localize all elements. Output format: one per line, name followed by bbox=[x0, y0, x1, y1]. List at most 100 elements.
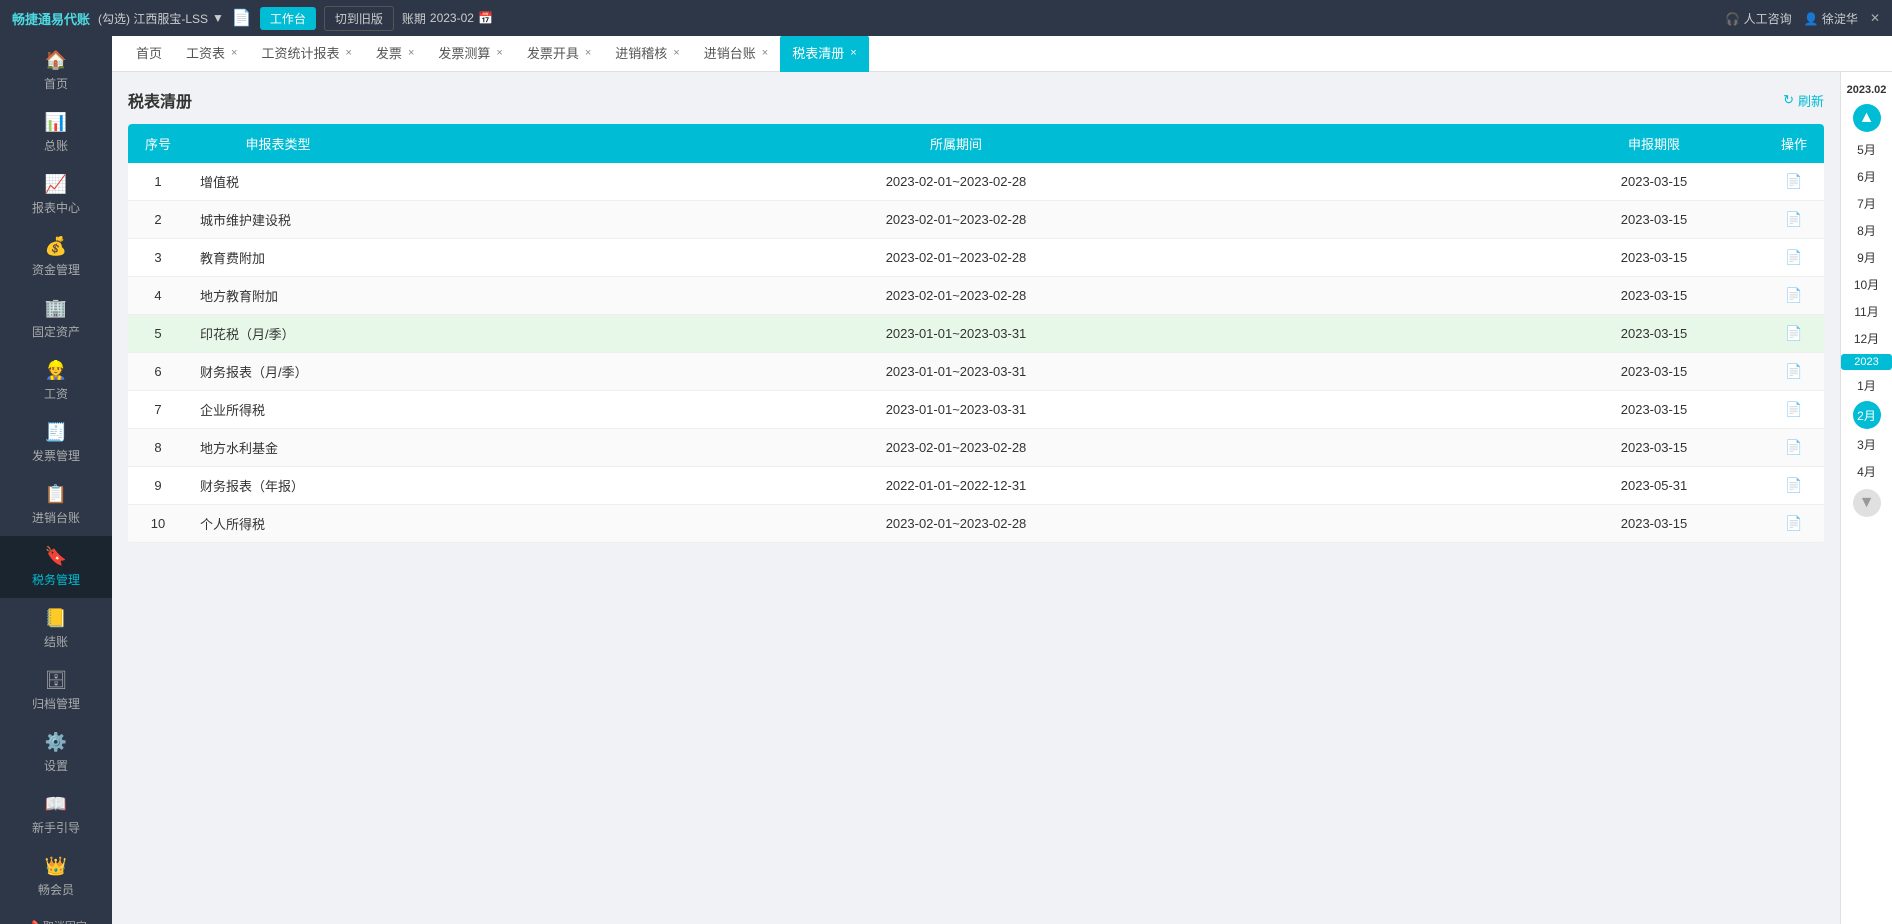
sidebar-item-funds[interactable]: 💰 资金管理 bbox=[0, 226, 112, 288]
cell-period-4: 2023-01-01~2023-03-31 bbox=[368, 315, 1544, 353]
workspace-button[interactable]: 工作台 bbox=[260, 7, 316, 30]
scroll-down-button[interactable]: ▼ bbox=[1853, 489, 1881, 517]
tab-purchase-audit-close[interactable]: × bbox=[673, 47, 679, 59]
month-nov-2022[interactable]: 11月 bbox=[1841, 298, 1892, 325]
cell-action-0[interactable]: 📄 bbox=[1764, 163, 1824, 201]
month-aug-2022[interactable]: 8月 bbox=[1841, 217, 1892, 244]
cell-seq-7: 8 bbox=[128, 429, 188, 467]
month-oct-2022[interactable]: 10月 bbox=[1841, 271, 1892, 298]
tab-invoice-calc[interactable]: 发票测算 × bbox=[426, 36, 514, 72]
main-layout: 🏠 首页 📊 总账 📈 报表中心 💰 资金管理 🏢 固定资产 👷 工资 🧾 发票… bbox=[0, 36, 1892, 924]
page-content: 税表清册 ↻ 刷新 序号 申报表类型 所属期间 申报期限 bbox=[112, 72, 1840, 924]
sidebar-label-member: 畅会员 bbox=[38, 881, 74, 898]
table-row: 9 财务报表（年报） 2022-01-01~2022-12-31 2023-05… bbox=[128, 467, 1824, 505]
action-icon-9[interactable]: 📄 bbox=[1785, 515, 1802, 531]
sidebar-item-close-accounts[interactable]: 📒 结账 bbox=[0, 598, 112, 660]
tab-salary-stats[interactable]: 工资统计报表 × bbox=[249, 36, 363, 72]
cell-action-4[interactable]: 📄 bbox=[1764, 315, 1824, 353]
col-period-header: 所属期间 bbox=[368, 124, 1544, 163]
month-jul-2022[interactable]: 7月 bbox=[1841, 190, 1892, 217]
tab-home[interactable]: 首页 bbox=[124, 36, 174, 72]
month-feb-2023-active[interactable]: 2月 bbox=[1853, 401, 1881, 429]
cell-action-1[interactable]: 📄 bbox=[1764, 201, 1824, 239]
sidebar-label-sales: 进销台账 bbox=[32, 509, 80, 526]
cell-action-9[interactable]: 📄 bbox=[1764, 505, 1824, 543]
tab-tax-list-close[interactable]: × bbox=[850, 47, 856, 59]
scroll-up-button[interactable]: ▲ bbox=[1853, 104, 1881, 132]
tab-salary-table[interactable]: 工资表 × bbox=[174, 36, 249, 72]
sidebar-label-reports: 报表中心 bbox=[32, 199, 80, 216]
tab-salary-table-close[interactable]: × bbox=[231, 47, 237, 59]
sidebar-item-invoice[interactable]: 🧾 发票管理 bbox=[0, 412, 112, 474]
tab-salary-stats-close[interactable]: × bbox=[345, 47, 351, 59]
sidebar-item-guide[interactable]: 📖 新手引导 bbox=[0, 784, 112, 846]
action-icon-7[interactable]: 📄 bbox=[1785, 439, 1802, 455]
tab-home-label: 首页 bbox=[136, 43, 162, 62]
tab-tax-list[interactable]: 税表清册 × bbox=[780, 36, 868, 72]
sidebar-item-home[interactable]: 🏠 首页 bbox=[0, 40, 112, 102]
refresh-icon: ↻ bbox=[1783, 92, 1794, 108]
topbar-right: 🎧 人工咨询 👤 徐淀华 ✕ bbox=[1725, 10, 1880, 27]
cell-action-6[interactable]: 📄 bbox=[1764, 391, 1824, 429]
page-title: 税表清册 bbox=[128, 88, 192, 112]
action-icon-1[interactable]: 📄 bbox=[1785, 211, 1802, 227]
action-icon-6[interactable]: 📄 bbox=[1785, 401, 1802, 417]
sidebar-item-ledger[interactable]: 📊 总账 bbox=[0, 102, 112, 164]
cell-period-8: 2022-01-01~2022-12-31 bbox=[368, 467, 1544, 505]
company-selector[interactable]: (勾选) 江西服宝-LSS ▼ bbox=[98, 10, 224, 27]
sidebar-item-reports[interactable]: 📈 报表中心 bbox=[0, 164, 112, 226]
user-info[interactable]: 👤 徐淀华 bbox=[1804, 10, 1858, 27]
sidebar-item-salary[interactable]: 👷 工资 bbox=[0, 350, 112, 412]
sidebar-bottom-pin[interactable]: 📌 取消固定 bbox=[0, 908, 112, 924]
action-icon-5[interactable]: 📄 bbox=[1785, 363, 1802, 379]
action-icon-2[interactable]: 📄 bbox=[1785, 249, 1802, 265]
cell-seq-3: 4 bbox=[128, 277, 188, 315]
calendar-icon[interactable]: 📅 bbox=[478, 11, 493, 25]
month-dec-2022[interactable]: 12月 bbox=[1841, 325, 1892, 352]
sidebar-label-tax: 税务管理 bbox=[32, 571, 80, 588]
month-jun-2022[interactable]: 6月 bbox=[1841, 163, 1892, 190]
action-icon-8[interactable]: 📄 bbox=[1785, 477, 1802, 493]
cell-action-8[interactable]: 📄 bbox=[1764, 467, 1824, 505]
close-accounts-icon: 📒 bbox=[45, 608, 67, 629]
tab-invoice-calc-close[interactable]: × bbox=[496, 47, 502, 59]
tab-invoice-close[interactable]: × bbox=[408, 47, 414, 59]
action-icon-4[interactable]: 📄 bbox=[1785, 325, 1802, 341]
page-header: 税表清册 ↻ 刷新 bbox=[128, 88, 1824, 112]
tab-invoice-issue[interactable]: 发票开具 × bbox=[515, 36, 603, 72]
month-apr-2023[interactable]: 4月 bbox=[1841, 458, 1892, 485]
cell-action-3[interactable]: 📄 bbox=[1764, 277, 1824, 315]
action-icon-0[interactable]: 📄 bbox=[1785, 173, 1802, 189]
action-icon-3[interactable]: 📄 bbox=[1785, 287, 1802, 303]
tab-purchase-audit[interactable]: 进销稽核 × bbox=[603, 36, 691, 72]
month-mar-2023[interactable]: 3月 bbox=[1841, 431, 1892, 458]
tab-invoice-issue-label: 发票开具 bbox=[527, 43, 579, 62]
cell-action-5[interactable]: 📄 bbox=[1764, 353, 1824, 391]
cell-seq-0: 1 bbox=[128, 163, 188, 201]
funds-icon: 💰 bbox=[45, 236, 67, 257]
month-sep-2022[interactable]: 9月 bbox=[1841, 244, 1892, 271]
sidebar-item-member[interactable]: 👑 畅会员 bbox=[0, 846, 112, 908]
cell-action-7[interactable]: 📄 bbox=[1764, 429, 1824, 467]
cell-seq-5: 6 bbox=[128, 353, 188, 391]
refresh-button[interactable]: ↻ 刷新 bbox=[1783, 91, 1824, 110]
tab-sales-ledger-close[interactable]: × bbox=[762, 47, 768, 59]
sidebar-item-archive[interactable]: 🗄 归档管理 bbox=[0, 660, 112, 722]
cell-action-2[interactable]: 📄 bbox=[1764, 239, 1824, 277]
close-icon[interactable]: ✕ bbox=[1870, 11, 1880, 25]
sidebar-label-assets: 固定资产 bbox=[32, 323, 80, 340]
month-jan-2023[interactable]: 1月 bbox=[1841, 372, 1892, 399]
month-may-2022[interactable]: 5月 bbox=[1841, 136, 1892, 163]
tab-sales-ledger[interactable]: 进销台账 × bbox=[692, 36, 780, 72]
sidebar-item-assets[interactable]: 🏢 固定资产 bbox=[0, 288, 112, 350]
ai-consult[interactable]: 🎧 人工咨询 bbox=[1725, 10, 1791, 27]
tab-invoice[interactable]: 发票 × bbox=[364, 36, 426, 72]
guide-icon: 📖 bbox=[45, 794, 67, 815]
tab-invoice-issue-close[interactable]: × bbox=[585, 47, 591, 59]
sidebar-item-sales[interactable]: 📋 进销台账 bbox=[0, 474, 112, 536]
sidebar-item-tax[interactable]: 🔖 税务管理 bbox=[0, 536, 112, 598]
switch-old-button[interactable]: 切到旧版 bbox=[324, 6, 394, 31]
invoice-icon: 🧾 bbox=[45, 422, 67, 443]
sidebar-item-settings[interactable]: ⚙️ 设置 bbox=[0, 722, 112, 784]
pin-icon: 📌 bbox=[25, 920, 39, 924]
